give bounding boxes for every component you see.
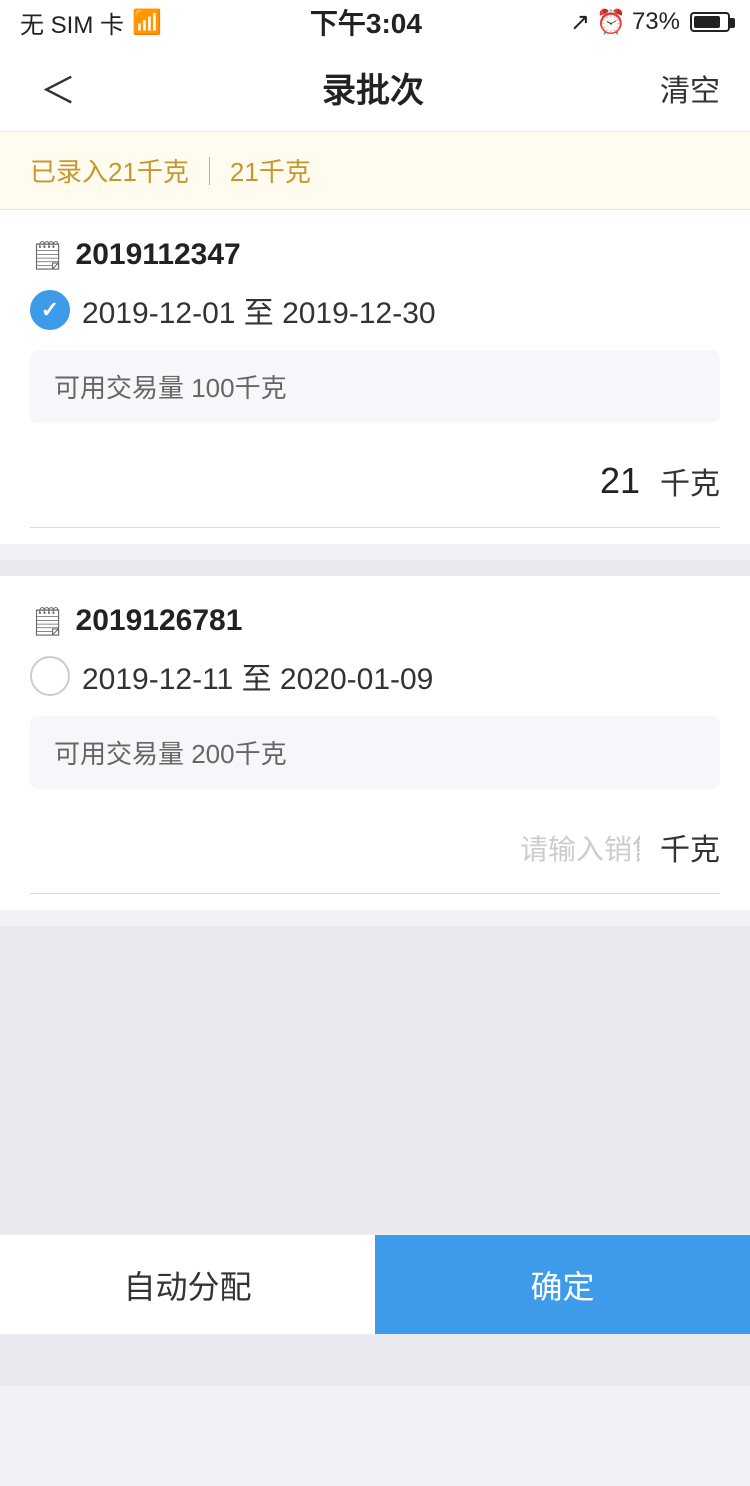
wifi-icon: 📶 [132, 8, 162, 37]
section-divider [0, 560, 750, 576]
alarm-icon: ⏰ [596, 8, 626, 37]
batch1-bottom-space [0, 528, 750, 544]
status-left: 无 SIM 卡 📶 [20, 5, 162, 40]
battery-icon [690, 12, 730, 32]
batch1-id-icon: 🗒 [30, 239, 66, 272]
batch2-card: 🗒 2019126781 2019-12-11 至 2020-01-09 可用交… [0, 576, 750, 910]
batch2-quantity-input[interactable] [520, 826, 640, 868]
batch1-date: 2019-12-01 至 2019-12-30 [82, 288, 436, 332]
back-button[interactable]: ＜ [30, 52, 86, 124]
batch1-quantity-input[interactable] [520, 460, 640, 502]
nav-bar: ＜ 录批次 清空 [0, 44, 750, 132]
batch2-bottom-space [0, 894, 750, 910]
carrier-label: 无 SIM 卡 [20, 5, 124, 40]
batch2-date-row[interactable]: 2019-12-11 至 2020-01-09 [0, 646, 750, 706]
battery-label: 73% [632, 8, 680, 36]
batch1-card: 🗒 2019112347 ✓ 2019-12-01 至 2019-12-30 可… [0, 210, 750, 544]
location-icon: ↗ [570, 8, 590, 37]
batch1-check-icon: ✓ [41, 297, 59, 323]
batch1-quantity-row: 千克 [0, 439, 750, 527]
bottom-bar: 自动分配 确定 [0, 1234, 750, 1334]
batch2-date: 2019-12-11 至 2020-01-09 [82, 654, 433, 698]
banner-divider [209, 157, 210, 185]
batch1-header: 🗒 2019112347 [0, 210, 750, 280]
battery-fill [694, 16, 720, 28]
info-banner: 已录入21千克 21千克 [0, 132, 750, 210]
status-right: ↗ ⏰ 73% [570, 8, 730, 37]
batch2-quantity-row: 千克 [0, 805, 750, 893]
clear-button[interactable]: 清空 [660, 66, 720, 110]
batch2-header: 🗒 2019126781 [0, 576, 750, 646]
batch2-unit: 千克 [660, 825, 720, 869]
auto-distribute-button[interactable]: 自动分配 [0, 1235, 375, 1334]
status-time: 下午3:04 [310, 2, 422, 42]
batch1-date-row[interactable]: ✓ 2019-12-01 至 2019-12-30 [0, 280, 750, 340]
status-bar: 无 SIM 卡 📶 下午3:04 ↗ ⏰ 73% [0, 0, 750, 44]
batch1-radio[interactable]: ✓ [30, 290, 70, 330]
total-amount: 21千克 [230, 152, 311, 189]
batch1-unit: 千克 [660, 459, 720, 503]
batch1-id: 2019112347 [76, 238, 241, 272]
batch2-radio[interactable] [30, 656, 70, 696]
batch2-id-icon: 🗒 [30, 605, 66, 638]
batch2-available: 可用交易量 200千克 [30, 716, 720, 789]
page-title: 录批次 [322, 63, 424, 112]
confirm-button[interactable]: 确定 [375, 1235, 750, 1334]
batch2-id: 2019126781 [76, 604, 243, 638]
batch1-available: 可用交易量 100千克 [30, 350, 720, 423]
recorded-amount: 已录入21千克 [30, 152, 189, 189]
